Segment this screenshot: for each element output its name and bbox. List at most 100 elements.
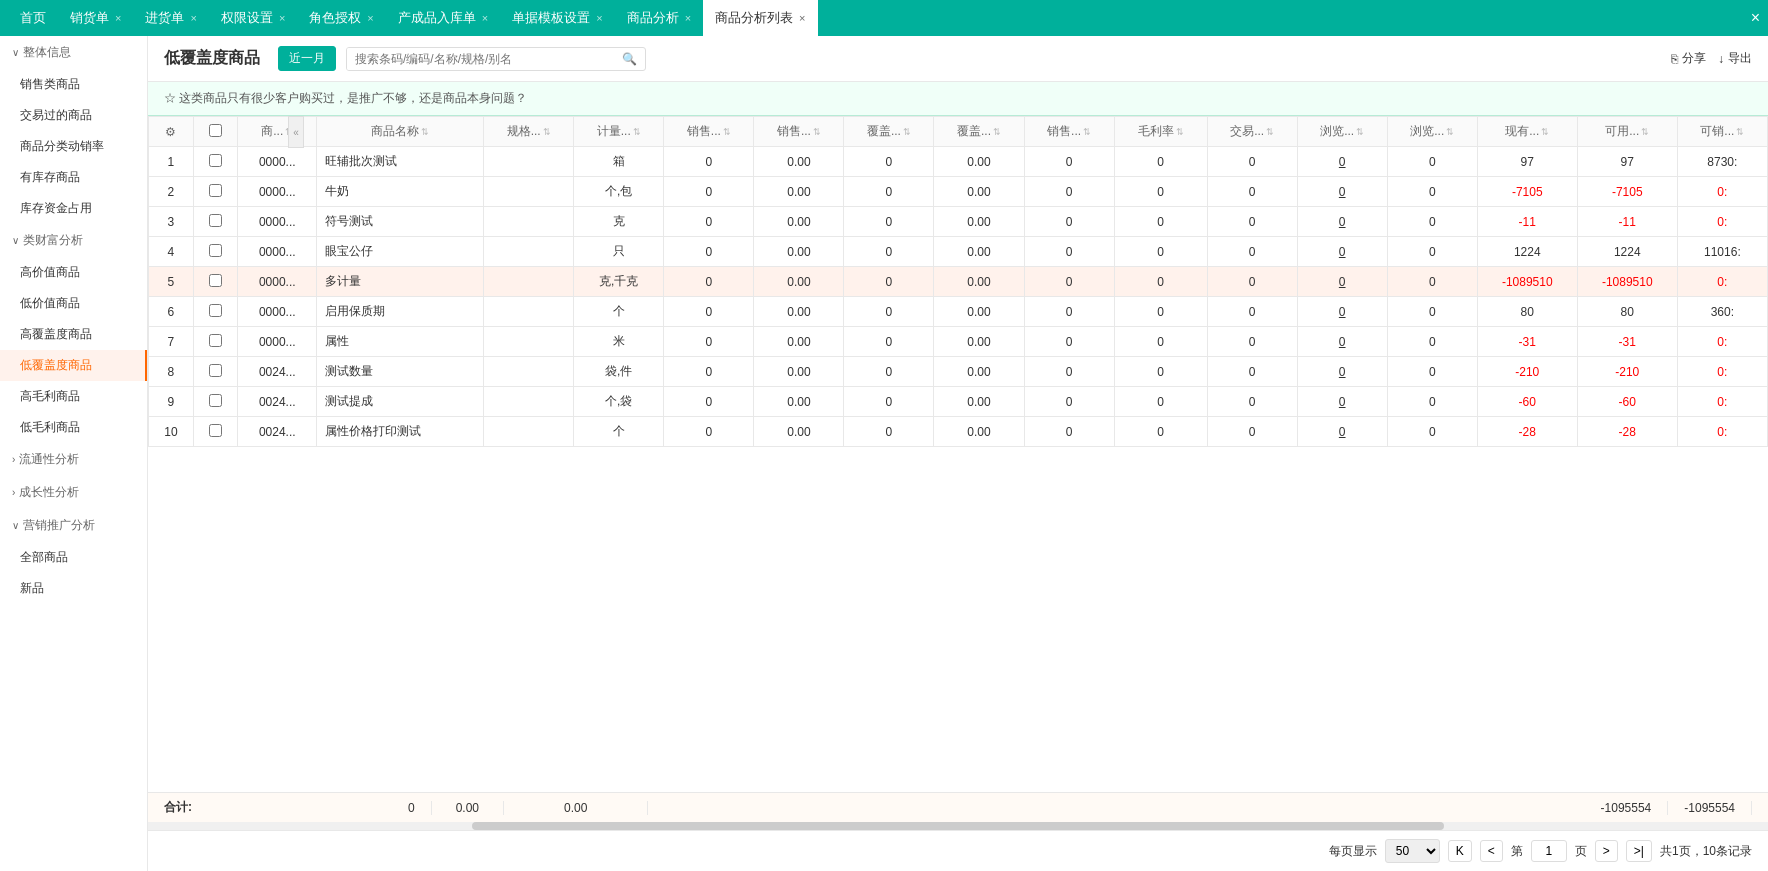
row-browse1[interactable]: 0 [1297,417,1387,447]
nav-tab-production[interactable]: 产成品入库单 × [386,0,500,36]
row-checkbox[interactable] [193,297,237,327]
sidebar-section-overall[interactable]: ∨ 整体信息 [0,36,147,69]
share-button[interactable]: ⎘ 分享 [1671,50,1706,67]
search-input[interactable] [347,48,614,70]
col-browse1[interactable]: 浏览...⇅ [1297,117,1387,147]
col-gross-margin[interactable]: 毛利率⇅ [1114,117,1207,147]
sidebar-item-high-coverage[interactable]: 高覆盖度商品 [0,319,147,350]
sidebar-item-capital-usage[interactable]: 库存资金占用 [0,193,147,224]
sidebar-section-wealth-label: 类财富分析 [23,232,83,249]
select-all-checkbox[interactable] [209,124,222,137]
col-unit[interactable]: 计量...⇅ [574,117,664,147]
export-button[interactable]: ↓ 导出 [1718,50,1752,67]
nav-tab-analysis[interactable]: 商品分析 × [615,0,703,36]
close-analysis-list-tab[interactable]: × [799,12,805,24]
row-browse1[interactable]: 0 [1297,267,1387,297]
row-checkbox[interactable] [193,267,237,297]
row-browse1[interactable]: 0 [1297,147,1387,177]
nav-tab-purchase[interactable]: 进货单 × [133,0,208,36]
sidebar-item-low-margin[interactable]: 低毛利商品 [0,412,147,443]
nav-tab-sales[interactable]: 销货单 × [58,0,133,36]
row-checkbox[interactable] [193,177,237,207]
table-row: 1 0000... 旺辅批次测试 箱 0 0.00 0 0.00 0 0 0 0… [149,147,1768,177]
row-checkbox[interactable] [193,237,237,267]
row-browse1[interactable]: 0 [1297,297,1387,327]
col-name[interactable]: 商品名称⇅ [317,117,484,147]
sidebar-section-wealth[interactable]: ∨ 类财富分析 [0,224,147,257]
footer-sales-qty: 0 [208,801,432,815]
row-checkbox[interactable] [193,327,237,357]
prev-page-button[interactable]: < [1480,840,1503,862]
sidebar-item-low-coverage[interactable]: 低覆盖度商品 [0,350,147,381]
nav-tab-roles[interactable]: 角色授权 × [297,0,385,36]
sidebar-item-low-value[interactable]: 低价值商品 [0,288,147,319]
sidebar-section-circulation[interactable]: › 流通性分析 [0,443,147,476]
row-browse1[interactable]: 0 [1297,387,1387,417]
row-browse1[interactable]: 0 [1297,207,1387,237]
col-sales-other[interactable]: 销售...⇅ [1024,117,1114,147]
close-permissions-tab[interactable]: × [279,12,285,24]
close-template-tab[interactable]: × [596,12,602,24]
row-checkbox[interactable] [193,147,237,177]
row-sales-other: 0 [1024,267,1114,297]
col-browse2[interactable]: 浏览...⇅ [1387,117,1477,147]
close-sales-tab[interactable]: × [115,12,121,24]
row-num: 3 [149,207,194,237]
col-spec[interactable]: 规格...⇅ [484,117,574,147]
row-checkbox[interactable] [193,417,237,447]
first-page-button[interactable]: K [1448,840,1472,862]
per-page-select[interactable]: 50 20 100 [1385,839,1440,863]
page-number-input[interactable] [1531,840,1567,862]
row-browse1[interactable]: 0 [1297,237,1387,267]
row-code: 0000... [238,327,317,357]
row-browse1[interactable]: 0 [1297,327,1387,357]
row-coverage2: 0.00 [934,297,1024,327]
sidebar-item-high-margin[interactable]: 高毛利商品 [0,381,147,412]
col-sales-qty[interactable]: 销售...⇅ [664,117,754,147]
nav-tab-analysis-list[interactable]: 商品分析列表 × [703,0,817,36]
sidebar-item-stock-goods[interactable]: 有库存商品 [0,162,147,193]
close-purchase-tab[interactable]: × [190,12,196,24]
nav-tab-template[interactable]: 单据模板设置 × [500,0,614,36]
close-all-tabs[interactable]: × [1751,9,1760,27]
time-filter-recent-month[interactable]: 近一月 [278,46,336,71]
sidebar-section-marketing[interactable]: ∨ 营销推广分析 [0,509,147,542]
horizontal-scrollbar[interactable] [148,822,1768,830]
sidebar-item-sales-goods[interactable]: 销售类商品 [0,69,147,100]
nav-tab-home[interactable]: 首页 [8,0,58,36]
row-browse1[interactable]: 0 [1297,357,1387,387]
sidebar-section-growth[interactable]: › 成长性分析 [0,476,147,509]
col-coverage2[interactable]: 覆盖...⇅ [934,117,1024,147]
col-trade[interactable]: 交易...⇅ [1207,117,1297,147]
col-settings[interactable]: ⚙ [149,117,194,147]
sidebar-item-new-goods[interactable]: 新品 [0,573,147,604]
col-available-stock[interactable]: 可用...⇅ [1577,117,1677,147]
sidebar-item-all-goods[interactable]: 全部商品 [0,542,147,573]
close-analysis-tab[interactable]: × [685,12,691,24]
search-icon[interactable]: 🔍 [614,48,645,70]
sidebar-item-category-rate[interactable]: 商品分类动销率 [0,131,147,162]
close-production-tab[interactable]: × [482,12,488,24]
row-code: 0000... [238,237,317,267]
row-browse2: 0 [1387,207,1477,237]
col-checkbox[interactable] [193,117,237,147]
col-current-stock[interactable]: 现有...⇅ [1477,117,1577,147]
col-sales-amount[interactable]: 销售...⇅ [754,117,844,147]
close-roles-tab[interactable]: × [367,12,373,24]
row-checkbox[interactable] [193,357,237,387]
row-checkbox[interactable] [193,207,237,237]
last-page-button[interactable]: >| [1626,840,1652,862]
sidebar-collapse-button[interactable]: « [288,116,304,148]
sidebar-item-traded-goods[interactable]: 交易过的商品 [0,100,147,131]
sidebar-item-high-value[interactable]: 高价值商品 [0,257,147,288]
col-code[interactable]: 商...⇅ [238,117,317,147]
row-spec [484,417,574,447]
row-checkbox[interactable] [193,387,237,417]
scrollbar-thumb[interactable] [472,822,1444,830]
row-code: 0000... [238,147,317,177]
nav-tab-permissions[interactable]: 权限设置 × [209,0,297,36]
row-browse1[interactable]: 0 [1297,177,1387,207]
col-coverage1[interactable]: 覆盖...⇅ [844,117,934,147]
col-saleable[interactable]: 可销...⇅ [1677,117,1767,147]
next-page-button[interactable]: > [1595,840,1618,862]
